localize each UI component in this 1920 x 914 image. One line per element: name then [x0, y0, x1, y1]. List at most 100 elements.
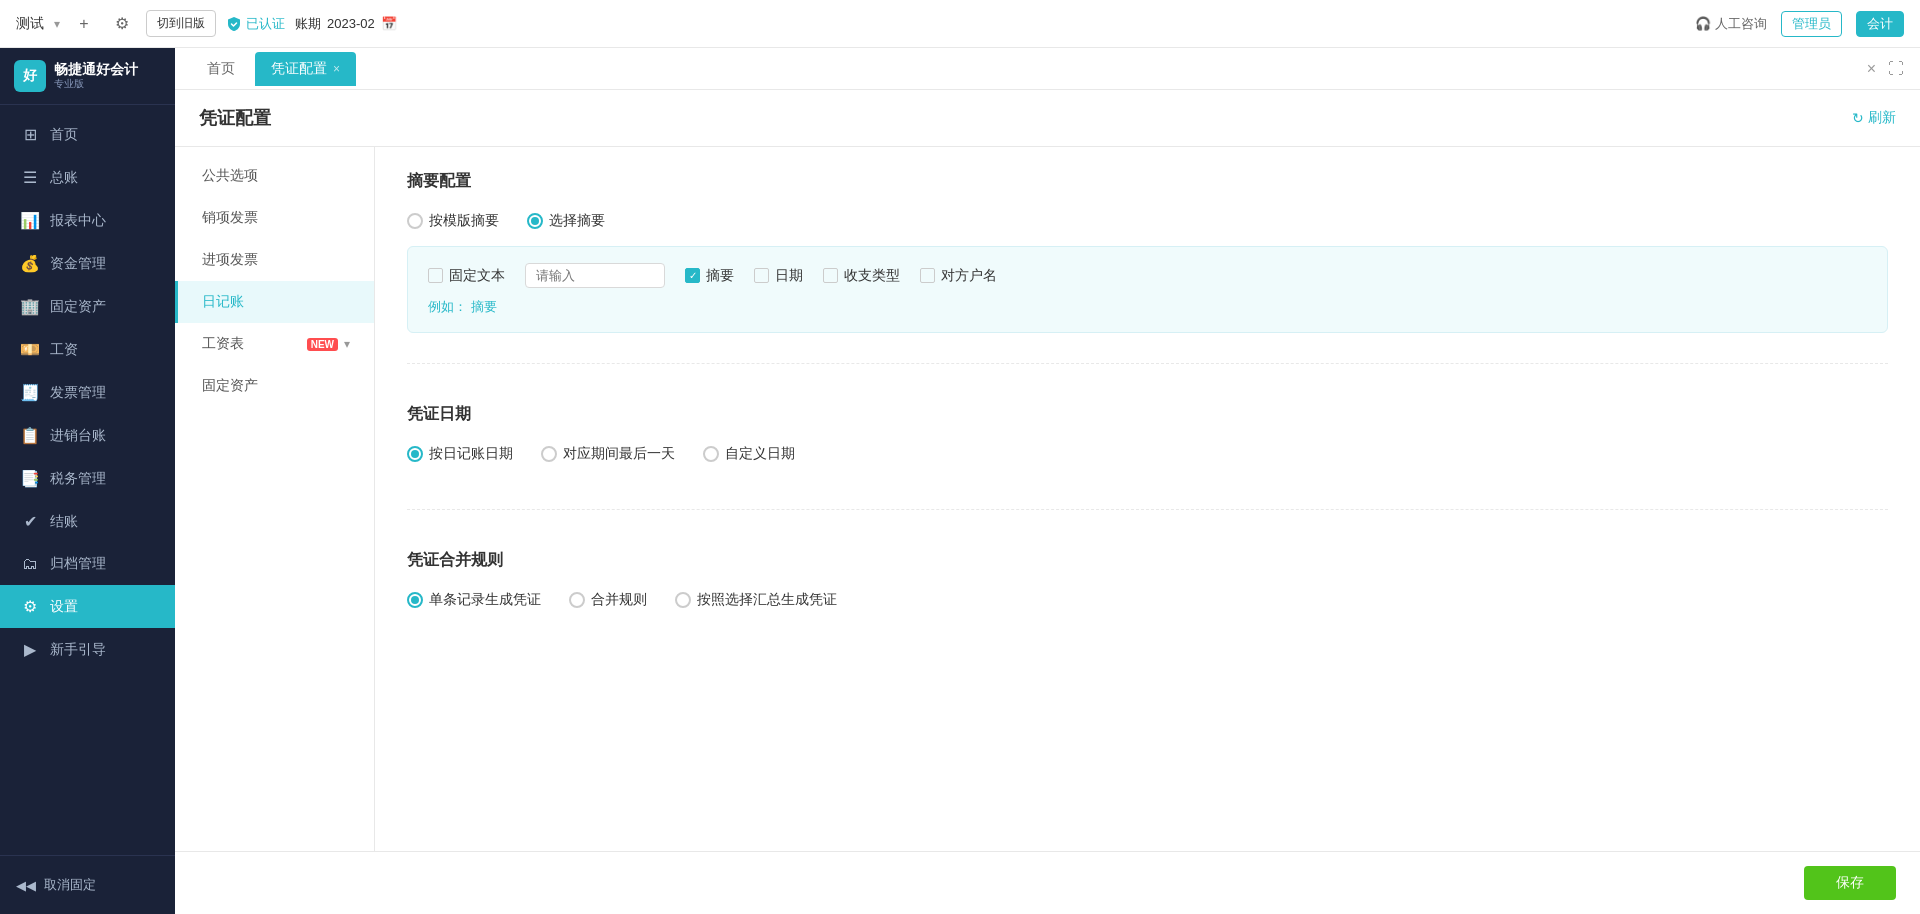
sidebar-item-salary[interactable]: 💴 工资 [0, 328, 175, 371]
sidebar-item-tax[interactable]: 📑 税务管理 [0, 457, 175, 500]
date-section-title: 凭证日期 [407, 404, 1888, 425]
radio-template-summary[interactable]: 按模版摘要 [407, 212, 499, 230]
sidebar-label-fixed-assets: 固定资产 [50, 298, 106, 316]
expand-window-button[interactable]: ⛶ [1888, 60, 1904, 78]
sidebar: 好 畅捷通好会计 专业版 ⊞ 首页 ☰ 总账 📊 报表中心 💰 资金管理 [0, 48, 175, 914]
summary-generate-circle [675, 592, 691, 608]
custom-date-circle [703, 446, 719, 462]
close-window-button[interactable]: × [1867, 60, 1876, 78]
logo-subtitle: 专业版 [54, 77, 138, 91]
summary-checkbox-group: 固定文本 ✓ 摘要 日期 [428, 263, 1867, 288]
checkbox-summary[interactable]: ✓ 摘要 [685, 267, 734, 285]
cancel-fixed-icon: ◀◀ [16, 878, 36, 893]
tax-icon: 📑 [20, 469, 40, 488]
guide-icon: ▶ [20, 640, 40, 659]
sidebar-item-funds[interactable]: 💰 资金管理 [0, 242, 175, 285]
tab-close-icon[interactable]: × [333, 62, 340, 76]
radio-merge-rule[interactable]: 合并规则 [569, 591, 647, 609]
menu-purchase-invoice[interactable]: 进项发票 [175, 239, 374, 281]
checkbox-fixed-text[interactable]: 固定文本 [428, 267, 505, 285]
single-record-circle [407, 592, 423, 608]
company-name: 测试 [16, 15, 44, 33]
menu-journal[interactable]: 日记账 [175, 281, 374, 323]
menu-fixed-assets[interactable]: 固定资产 [175, 365, 374, 407]
journal-date-circle [407, 446, 423, 462]
sidebar-item-home[interactable]: ⊞ 首页 [0, 113, 175, 156]
sidebar-item-ledger[interactable]: ☰ 总账 [0, 156, 175, 199]
logo-area: 好 畅捷通好会计 专业版 [0, 48, 175, 105]
radio-single-record[interactable]: 单条记录生成凭证 [407, 591, 541, 609]
sidebar-item-purchase-sales[interactable]: 📋 进销台账 [0, 414, 175, 457]
merge-section-title: 凭证合并规则 [407, 550, 1888, 571]
accountant-button[interactable]: 会计 [1856, 11, 1904, 37]
sidebar-label-funds: 资金管理 [50, 255, 106, 273]
merge-section: 凭证合并规则 单条记录生成凭证 合并规则 [407, 550, 1888, 655]
summary-example: 例如： 摘要 [428, 298, 1867, 316]
sidebar-item-guide[interactable]: ▶ 新手引导 [0, 628, 175, 671]
sidebar-item-archive[interactable]: 🗂 归档管理 [0, 543, 175, 585]
sidebar-label-home: 首页 [50, 126, 78, 144]
sidebar-item-fixed-assets[interactable]: 🏢 固定资产 [0, 285, 175, 328]
merge-rule-circle [569, 592, 585, 608]
radio-summary-generate[interactable]: 按照选择汇总生成凭证 [675, 591, 837, 609]
checkbox-date[interactable]: 日期 [754, 267, 803, 285]
tab-bar: 首页 凭证配置 × × ⛶ [175, 48, 1920, 90]
fixed-assets-icon: 🏢 [20, 297, 40, 316]
cancel-fixed-button[interactable]: ◀◀ 取消固定 [0, 866, 175, 904]
checkbox-counterparty[interactable]: 对方户名 [920, 267, 997, 285]
sidebar-item-checkout[interactable]: ✔ 结账 [0, 500, 175, 543]
calendar-icon[interactable]: 📅 [381, 16, 397, 31]
tab-bar-actions: × ⛶ [1867, 60, 1904, 78]
archive-icon: 🗂 [20, 555, 40, 573]
purchase-sales-icon: 📋 [20, 426, 40, 445]
sidebar-item-reports[interactable]: 📊 报表中心 [0, 199, 175, 242]
menu-sales-invoice[interactable]: 销项发票 [175, 197, 374, 239]
sidebar-item-invoices[interactable]: 🧾 发票管理 [0, 371, 175, 414]
refresh-button[interactable]: ↻ 刷新 [1852, 109, 1896, 127]
left-menu: 公共选项 销项发票 进项发票 日记账 工资表 [175, 147, 375, 851]
summary-section: 摘要配置 按模版摘要 选择摘要 [407, 171, 1888, 364]
radio-custom-date[interactable]: 自定义日期 [703, 445, 795, 463]
headset-icon: 🎧 [1695, 16, 1711, 31]
ledger-icon: ☰ [20, 168, 40, 187]
checkbox-income-type[interactable]: 收支类型 [823, 267, 900, 285]
checkout-icon: ✔ [20, 512, 40, 531]
service-button[interactable]: 🎧 人工咨询 [1695, 15, 1767, 33]
radio-select-summary[interactable]: 选择摘要 [527, 212, 605, 230]
radio-period-last-day[interactable]: 对应期间最后一天 [541, 445, 675, 463]
sidebar-label-salary: 工资 [50, 341, 78, 359]
payroll-item-inner: 工资表 NEW ▾ [202, 335, 350, 353]
old-version-button[interactable]: 切到旧版 [146, 10, 216, 37]
fixed-text-input[interactable] [525, 263, 665, 288]
settings-topbar-icon[interactable]: ⚙ [108, 10, 136, 38]
summary-radio-group: 按模版摘要 选择摘要 [407, 212, 1888, 230]
voucher-config-page: 凭证配置 ↻ 刷新 公共选项 销项发票 进项发票 [175, 90, 1920, 914]
menu-public-options[interactable]: 公共选项 [175, 155, 374, 197]
sidebar-nav: ⊞ 首页 ☰ 总账 📊 报表中心 💰 资金管理 🏢 固定资产 💴 工资 [0, 105, 175, 855]
sidebar-label-purchase-sales: 进销台账 [50, 427, 106, 445]
menu-payroll[interactable]: 工资表 NEW ▾ [175, 323, 374, 365]
tab-home[interactable]: 首页 [191, 52, 251, 86]
sidebar-item-settings[interactable]: ⚙ 设置 [0, 585, 175, 628]
date-checkbox [754, 268, 769, 283]
sidebar-label-archive: 归档管理 [50, 555, 106, 573]
right-config: 摘要配置 按模版摘要 选择摘要 [375, 147, 1920, 851]
date-section: 凭证日期 按日记账日期 对应期间最后一天 [407, 404, 1888, 510]
chevron-down-icon: ▾ [344, 337, 350, 351]
page-title: 凭证配置 [199, 106, 271, 130]
logo-title: 畅捷通好会计 [54, 61, 138, 78]
content-area: 首页 凭证配置 × × ⛶ 凭证配置 ↻ 刷新 [175, 48, 1920, 914]
reports-icon: 📊 [20, 211, 40, 230]
logo-text-area: 畅捷通好会计 专业版 [54, 61, 138, 92]
add-icon[interactable]: + [70, 10, 98, 38]
summary-options-box: 固定文本 ✓ 摘要 日期 [407, 246, 1888, 333]
company-dropdown-arrow[interactable]: ▾ [54, 17, 60, 31]
admin-button[interactable]: 管理员 [1781, 11, 1842, 37]
summary-checkbox: ✓ [685, 268, 700, 283]
config-body: 公共选项 销项发票 进项发票 日记账 工资表 [175, 147, 1920, 851]
radio-journal-date[interactable]: 按日记账日期 [407, 445, 513, 463]
tab-voucher-config[interactable]: 凭证配置 × [255, 52, 356, 86]
shield-icon [226, 16, 242, 32]
save-button[interactable]: 保存 [1804, 866, 1896, 900]
radio-select-circle [527, 213, 543, 229]
